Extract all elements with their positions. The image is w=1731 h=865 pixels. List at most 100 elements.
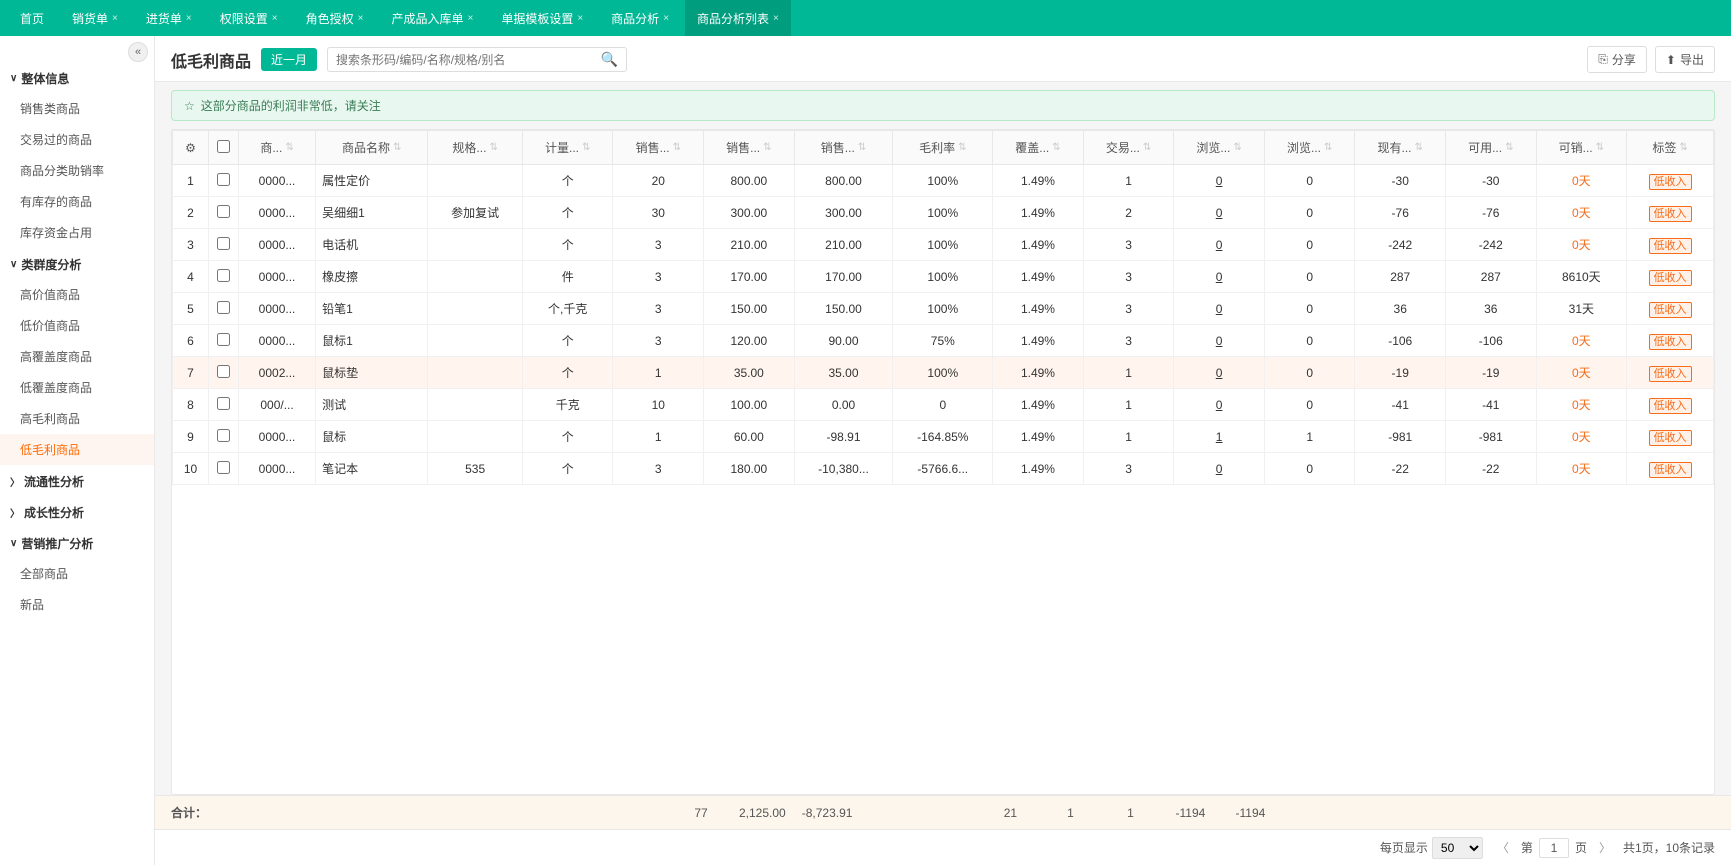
close-icon[interactable]: × bbox=[112, 13, 118, 24]
col-spec[interactable]: 规格...⇅ bbox=[428, 131, 523, 165]
row-name[interactable]: 鼠标1 bbox=[316, 325, 428, 357]
sidebar-item-low-profit[interactable]: 低毛利商品 bbox=[0, 434, 154, 465]
nav-product-analysis-list[interactable]: 商品分析列表 × bbox=[685, 0, 791, 36]
row-name[interactable]: 笔记本 bbox=[316, 453, 428, 485]
views1-link[interactable]: 0 bbox=[1216, 174, 1223, 188]
row-name[interactable]: 属性定价 bbox=[316, 165, 428, 197]
col-tag[interactable]: 标签⇅ bbox=[1627, 131, 1714, 165]
next-page-button[interactable]: 〉 bbox=[1593, 837, 1617, 858]
row-sellable: 0天 bbox=[1536, 357, 1627, 389]
row-checkbox[interactable] bbox=[217, 461, 230, 474]
sidebar-group-growth[interactable]: 〉 成长性分析 bbox=[0, 496, 154, 527]
col-views1[interactable]: 浏览...⇅ bbox=[1174, 131, 1265, 165]
col-coverage[interactable]: 覆盖...⇅ bbox=[993, 131, 1084, 165]
sidebar-item-all-products[interactable]: 全部商品 bbox=[0, 558, 154, 589]
views1-link[interactable]: 0 bbox=[1216, 398, 1223, 412]
sidebar-item-new-products[interactable]: 新品 bbox=[0, 589, 154, 620]
sidebar-item-sales-products[interactable]: 销售类商品 bbox=[0, 93, 154, 124]
col-current-stock[interactable]: 现有...⇅ bbox=[1355, 131, 1446, 165]
row-checkbox[interactable] bbox=[217, 237, 230, 250]
nav-permissions[interactable]: 权限设置 × bbox=[208, 0, 290, 36]
nav-home[interactable]: 首页 bbox=[8, 0, 56, 36]
row-name[interactable]: 鼠标垫 bbox=[316, 357, 428, 389]
sidebar-collapse-btn[interactable]: « bbox=[128, 42, 148, 62]
col-available[interactable]: 可用...⇅ bbox=[1446, 131, 1537, 165]
row-checkbox[interactable] bbox=[217, 365, 230, 378]
views1-link[interactable]: 0 bbox=[1216, 462, 1223, 476]
sidebar-group-marketing[interactable]: ∨ 营销推广分析 bbox=[0, 527, 154, 558]
nav-product-entry[interactable]: 产成品入库单 × bbox=[379, 0, 485, 36]
nav-sales-order[interactable]: 销货单 × bbox=[60, 0, 130, 36]
row-views1: 0 bbox=[1174, 261, 1265, 293]
nav-product-analysis[interactable]: 商品分析 × bbox=[599, 0, 681, 36]
row-transaction: 3 bbox=[1083, 229, 1174, 261]
search-input[interactable] bbox=[336, 53, 597, 67]
sidebar-item-high-profit[interactable]: 高毛利商品 bbox=[0, 403, 154, 434]
row-name[interactable]: 电话机 bbox=[316, 229, 428, 261]
sidebar-item-low-value[interactable]: 低价值商品 bbox=[0, 310, 154, 341]
col-code[interactable]: 商...⇅ bbox=[239, 131, 316, 165]
row-checkbox[interactable] bbox=[217, 173, 230, 186]
close-icon[interactable]: × bbox=[467, 13, 473, 24]
nav-purchase-order[interactable]: 进货单 × bbox=[134, 0, 204, 36]
views1-link[interactable]: 1 bbox=[1216, 430, 1223, 444]
period-button[interactable]: 近一月 bbox=[261, 48, 317, 71]
close-icon[interactable]: × bbox=[358, 13, 364, 24]
row-name[interactable]: 铅笔1 bbox=[316, 293, 428, 325]
views1-link[interactable]: 0 bbox=[1216, 206, 1223, 220]
col-sales-amount[interactable]: 销售...⇅ bbox=[704, 131, 795, 165]
sidebar-item-capital[interactable]: 库存资金占用 bbox=[0, 217, 154, 248]
views1-link[interactable]: 0 bbox=[1216, 334, 1223, 348]
close-icon[interactable]: × bbox=[577, 13, 583, 24]
row-checkbox[interactable] bbox=[217, 333, 230, 346]
col-sales-qty[interactable]: 销售...⇅ bbox=[613, 131, 704, 165]
close-icon[interactable]: × bbox=[186, 13, 192, 24]
views1-link[interactable]: 0 bbox=[1216, 302, 1223, 316]
tag-badge: 低收入 bbox=[1649, 398, 1692, 414]
views1-link[interactable]: 0 bbox=[1216, 366, 1223, 380]
row-checkbox[interactable] bbox=[217, 205, 230, 218]
sidebar-item-traded-products[interactable]: 交易过的商品 bbox=[0, 124, 154, 155]
row-checkbox-cell bbox=[209, 293, 239, 325]
views1-link[interactable]: 0 bbox=[1216, 238, 1223, 252]
sidebar-item-high-value[interactable]: 高价值商品 bbox=[0, 279, 154, 310]
tag-badge: 低收入 bbox=[1649, 334, 1692, 350]
close-icon[interactable]: × bbox=[663, 13, 669, 24]
col-gross-rate[interactable]: 毛利率⇅ bbox=[893, 131, 993, 165]
page-size-select[interactable]: 20 50 100 bbox=[1432, 837, 1483, 859]
row-checkbox[interactable] bbox=[217, 269, 230, 282]
share-button[interactable]: ⎘ 分享 bbox=[1587, 46, 1647, 73]
col-settings[interactable]: ⚙ bbox=[173, 131, 209, 165]
row-checkbox-cell bbox=[209, 421, 239, 453]
nav-template-settings[interactable]: 单据模板设置 × bbox=[489, 0, 595, 36]
col-views2[interactable]: 浏览...⇅ bbox=[1264, 131, 1355, 165]
views1-link[interactable]: 0 bbox=[1216, 270, 1223, 284]
sidebar-item-category-rate[interactable]: 商品分类助销率 bbox=[0, 155, 154, 186]
export-button[interactable]: ⬆ 导出 bbox=[1655, 46, 1715, 73]
row-name[interactable]: 测试 bbox=[316, 389, 428, 421]
sidebar-item-in-stock[interactable]: 有库存的商品 bbox=[0, 186, 154, 217]
col-transaction[interactable]: 交易...⇅ bbox=[1083, 131, 1174, 165]
row-checkbox[interactable] bbox=[217, 397, 230, 410]
row-name[interactable]: 鼠标 bbox=[316, 421, 428, 453]
close-icon[interactable]: × bbox=[272, 13, 278, 24]
row-checkbox[interactable] bbox=[217, 429, 230, 442]
sidebar-group-liquidity[interactable]: 〉 流通性分析 bbox=[0, 465, 154, 496]
row-name[interactable]: 橡皮擦 bbox=[316, 261, 428, 293]
sidebar-item-low-coverage[interactable]: 低覆盖度商品 bbox=[0, 372, 154, 403]
col-name[interactable]: 商品名称⇅ bbox=[316, 131, 428, 165]
sidebar-group-overall[interactable]: ∨ 整体信息 bbox=[0, 62, 154, 93]
sidebar-item-high-coverage[interactable]: 高覆盖度商品 bbox=[0, 341, 154, 372]
search-icon[interactable]: 🔍 bbox=[601, 51, 618, 68]
col-sellable[interactable]: 可销...⇅ bbox=[1536, 131, 1627, 165]
prev-page-button[interactable]: 〈 bbox=[1491, 837, 1515, 858]
row-checkbox[interactable] bbox=[217, 301, 230, 314]
totals-sales-profit: -8,723.91 bbox=[794, 806, 861, 820]
sidebar-group-cluster[interactable]: ∨ 类群度分析 bbox=[0, 248, 154, 279]
row-name[interactable]: 吴细细1 bbox=[316, 197, 428, 229]
nav-role-auth[interactable]: 角色授权 × bbox=[294, 0, 376, 36]
select-all-checkbox[interactable] bbox=[217, 140, 230, 153]
close-icon[interactable]: × bbox=[773, 13, 779, 24]
col-unit[interactable]: 计量...⇅ bbox=[522, 131, 613, 165]
col-sales-profit[interactable]: 销售...⇅ bbox=[794, 131, 893, 165]
